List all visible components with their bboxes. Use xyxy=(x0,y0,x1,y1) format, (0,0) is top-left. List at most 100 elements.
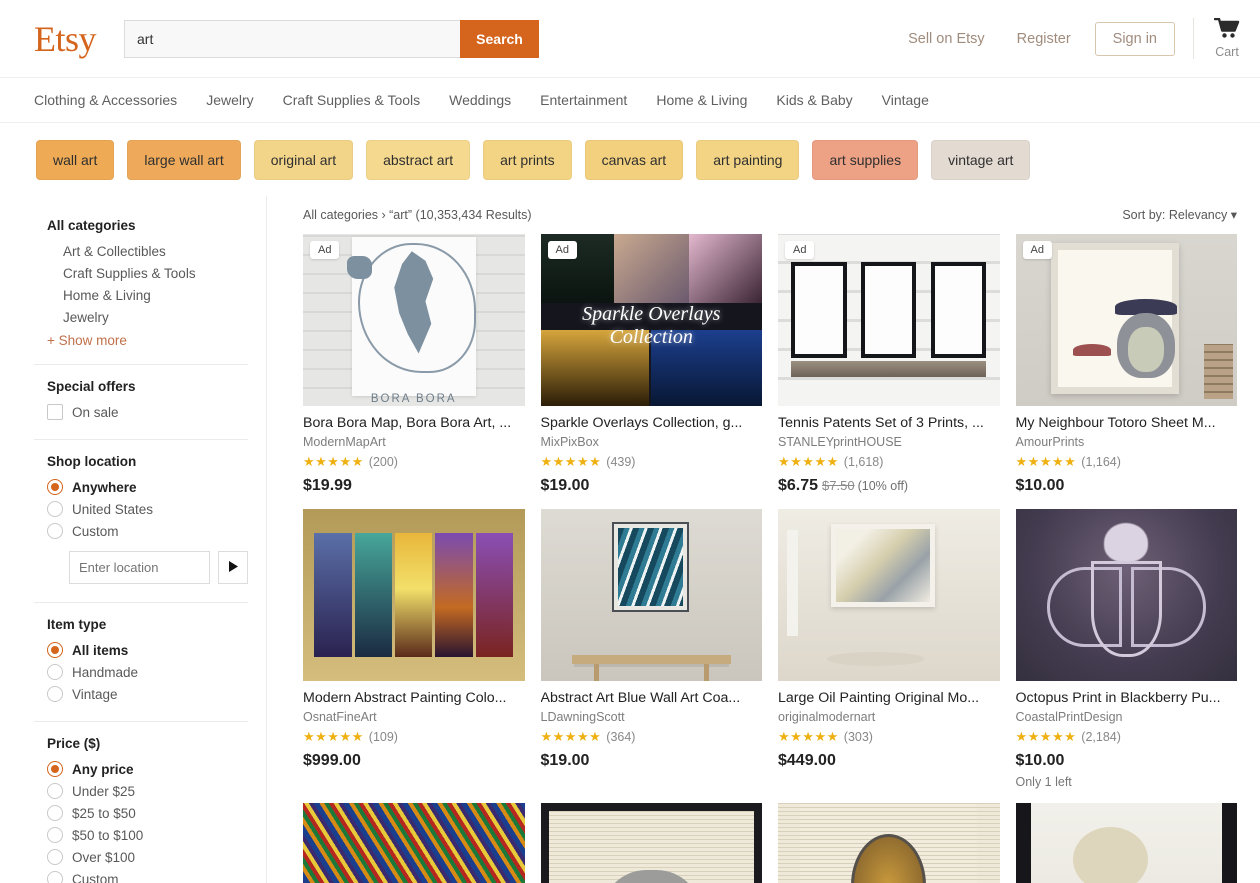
product-shop-name[interactable]: OsnatFineArt xyxy=(303,710,525,724)
price-over-100-radio[interactable] xyxy=(47,849,63,865)
location-custom-label: Custom xyxy=(72,523,119,539)
price-25-to-50-radio[interactable] xyxy=(47,805,63,821)
sort-by-dropdown[interactable]: Sort by: Relevancy ▾ xyxy=(1122,207,1237,222)
product-shop-name[interactable]: STANLEYprintHOUSE xyxy=(778,435,1000,449)
filter-location-united-states[interactable]: United States xyxy=(47,498,248,520)
product-card[interactable] xyxy=(303,803,525,883)
item-type-handmade-radio[interactable] xyxy=(47,664,63,680)
item-type-all-radio[interactable] xyxy=(47,642,63,658)
product-card[interactable]: Ad Tennis Patents Set of 3 Prints, ... STA… xyxy=(778,234,1000,495)
product-title[interactable]: Bora Bora Map, Bora Bora Art, ... xyxy=(303,415,525,431)
product-thumbnail[interactable] xyxy=(540,803,762,883)
product-card[interactable]: Modern Abstract Painting Colo... OsnatFin… xyxy=(303,509,525,789)
product-rating: ★★★★★ (1,618) xyxy=(778,454,1000,470)
product-thumbnail[interactable]: BORA BORA Ad xyxy=(303,234,525,406)
chip-canvas-art[interactable]: canvas art xyxy=(584,140,684,180)
product-shop-name[interactable]: LDawningScott xyxy=(541,710,763,724)
product-title[interactable]: Sparkle Overlays Collection, g... xyxy=(541,415,763,431)
nav-item-craft-supplies-tools[interactable]: Craft Supplies & Tools xyxy=(283,92,449,108)
chip-art-prints[interactable]: art prints xyxy=(483,140,572,180)
product-card[interactable] xyxy=(1015,803,1237,883)
filter-item-type-vintage[interactable]: Vintage xyxy=(47,683,248,705)
product-card[interactable]: Sparkle Overlays Collection Ad Sparkle Ove… xyxy=(540,234,763,495)
category-art-collectibles[interactable]: Art & Collectibles xyxy=(47,240,248,262)
product-thumbnail[interactable] xyxy=(778,509,1000,681)
nav-item-vintage[interactable]: Vintage xyxy=(882,92,958,108)
sell-on-etsy-link[interactable]: Sell on Etsy xyxy=(892,31,1001,47)
nav-item-clothing-accessories[interactable]: Clothing & Accessories xyxy=(34,92,206,108)
nav-item-weddings[interactable]: Weddings xyxy=(449,92,540,108)
product-thumbnail[interactable] xyxy=(1015,803,1237,883)
product-card[interactable]: Abstract Art Blue Wall Art Coa... LDawnin… xyxy=(540,509,763,789)
category-home-living[interactable]: Home & Living xyxy=(47,284,248,306)
nav-item-entertainment[interactable]: Entertainment xyxy=(540,92,656,108)
filter-on-sale[interactable]: On sale xyxy=(47,401,248,423)
product-shop-name[interactable]: AmourPrints xyxy=(1016,435,1238,449)
product-shop-name[interactable]: CoastalPrintDesign xyxy=(1016,710,1238,724)
price-under-25-radio[interactable] xyxy=(47,783,63,799)
product-thumbnail[interactable]: Sparkle Overlays Collection Ad xyxy=(540,234,762,406)
product-title[interactable]: Large Oil Painting Original Mo... xyxy=(778,690,1000,706)
product-thumbnail[interactable] xyxy=(303,803,525,883)
sign-in-button[interactable]: Sign in xyxy=(1094,21,1175,56)
product-card[interactable]: Large Oil Painting Original Mo... origina… xyxy=(778,509,1000,789)
category-craft-supplies-tools[interactable]: Craft Supplies & Tools xyxy=(47,262,248,284)
price-any-radio[interactable] xyxy=(47,761,63,777)
location-united-states-radio[interactable] xyxy=(47,501,63,517)
cart-button[interactable]: Cart xyxy=(1193,17,1240,59)
chip-art-supplies[interactable]: art supplies xyxy=(812,140,919,180)
nav-item-home-living[interactable]: Home & Living xyxy=(656,92,776,108)
nav-item-jewelry[interactable]: Jewelry xyxy=(206,92,282,108)
location-input[interactable] xyxy=(69,551,210,584)
product-card[interactable]: BORA BORA Ad Bora Bora Map, Bora Bora Art,… xyxy=(303,234,525,495)
filter-price-50-to-100[interactable]: $50 to $100 xyxy=(47,824,248,846)
product-thumbnail[interactable]: Ad xyxy=(1015,234,1237,406)
filter-price-over-100[interactable]: Over $100 xyxy=(47,846,248,868)
filter-price-25-to-50[interactable]: $25 to $50 xyxy=(47,802,248,824)
filter-price-under-25[interactable]: Under $25 xyxy=(47,780,248,802)
filter-price-any[interactable]: Any price xyxy=(47,758,248,780)
search-button[interactable]: Search xyxy=(460,19,540,58)
product-card[interactable]: Octopus Print in Blackberry Pu... Coastal… xyxy=(1015,509,1238,789)
product-shop-name[interactable]: ModernMapArt xyxy=(303,435,525,449)
show-more-categories-link[interactable]: + Show more xyxy=(47,328,248,348)
product-title[interactable]: Tennis Patents Set of 3 Prints, ... xyxy=(778,415,1000,431)
nav-item-kids-baby[interactable]: Kids & Baby xyxy=(776,92,881,108)
filter-location-anywhere[interactable]: Anywhere xyxy=(47,476,248,498)
filter-price-custom[interactable]: Custom xyxy=(47,868,248,883)
product-thumbnail[interactable] xyxy=(778,803,1000,883)
product-shop-name[interactable]: originalmodernart xyxy=(778,710,1000,724)
product-card[interactable] xyxy=(540,803,762,883)
category-jewelry[interactable]: Jewelry xyxy=(47,306,248,328)
product-thumbnail[interactable] xyxy=(1015,509,1237,681)
product-thumbnail[interactable]: Ad xyxy=(778,234,1000,406)
product-shop-name[interactable]: MixPixBox xyxy=(541,435,763,449)
location-custom-radio[interactable] xyxy=(47,523,63,539)
product-title[interactable]: My Neighbour Totoro Sheet M... xyxy=(1016,415,1238,431)
filter-location-custom[interactable]: Custom xyxy=(47,520,248,542)
chip-original-art[interactable]: original art xyxy=(253,140,354,180)
item-type-vintage-radio[interactable] xyxy=(47,686,63,702)
product-title[interactable]: Modern Abstract Painting Colo... xyxy=(303,690,525,706)
product-thumbnail[interactable] xyxy=(303,509,525,681)
search-input[interactable] xyxy=(124,19,461,58)
filter-item-type-handmade[interactable]: Handmade xyxy=(47,661,248,683)
on-sale-checkbox[interactable] xyxy=(47,404,63,420)
location-anywhere-radio[interactable] xyxy=(47,479,63,495)
chip-vintage-art[interactable]: vintage art xyxy=(931,140,1031,180)
price-custom-radio[interactable] xyxy=(47,871,63,883)
product-title[interactable]: Octopus Print in Blackberry Pu... xyxy=(1016,690,1238,706)
chip-large-wall-art[interactable]: large wall art xyxy=(127,140,241,180)
location-submit-button[interactable] xyxy=(218,551,248,584)
product-card[interactable] xyxy=(778,803,1000,883)
chip-art-painting[interactable]: art painting xyxy=(696,140,800,180)
etsy-logo[interactable]: Etsy xyxy=(34,21,97,57)
product-title[interactable]: Abstract Art Blue Wall Art Coa... xyxy=(541,690,763,706)
chip-wall-art[interactable]: wall art xyxy=(36,140,115,180)
filter-item-type-all[interactable]: All items xyxy=(47,639,248,661)
price-50-to-100-radio[interactable] xyxy=(47,827,63,843)
product-thumbnail[interactable] xyxy=(540,509,762,681)
register-link[interactable]: Register xyxy=(1001,31,1087,47)
product-card[interactable]: Ad My Neighbour Totoro Sheet M... AmourPri… xyxy=(1015,234,1238,495)
chip-abstract-art[interactable]: abstract art xyxy=(366,140,471,180)
